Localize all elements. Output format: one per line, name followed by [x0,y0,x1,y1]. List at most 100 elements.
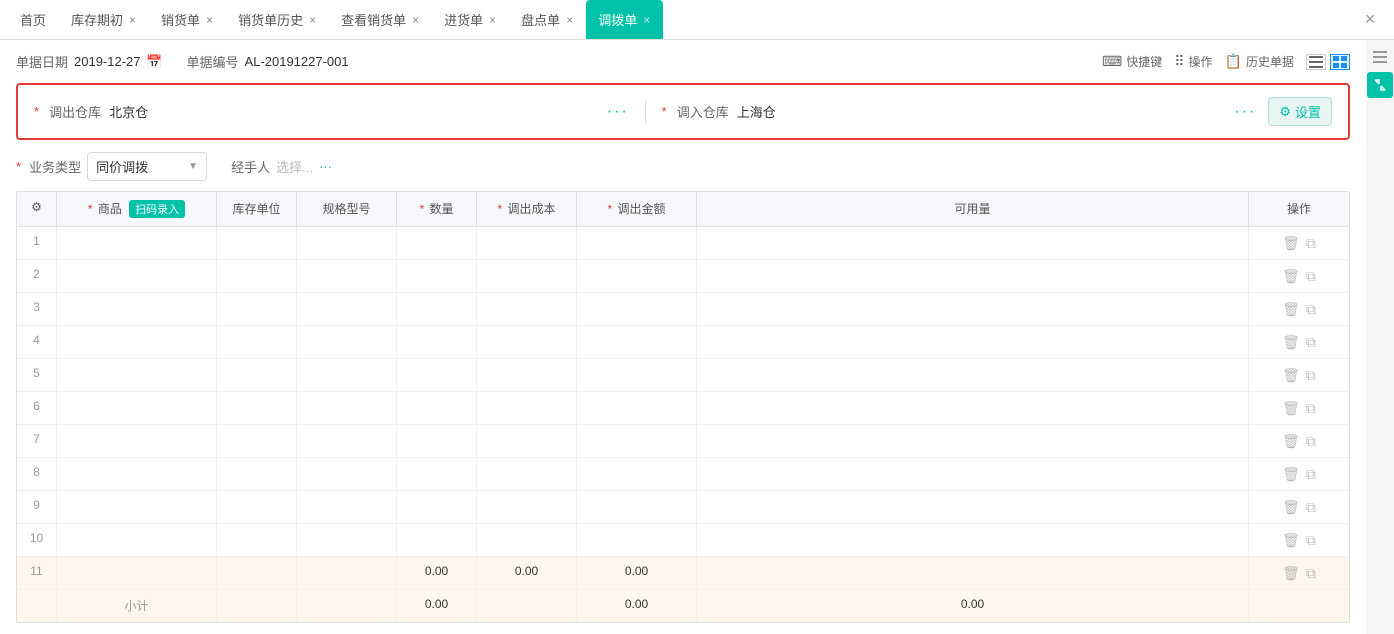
tab-transfer[interactable]: 调拨单 × [586,0,663,39]
copy-icon-2[interactable]: ⧉ [1306,268,1316,285]
tab-close-inventory-init[interactable]: × [129,13,136,27]
view-toggle-grid[interactable] [1330,54,1350,70]
delete-icon-8[interactable]: 🗑 [1282,466,1300,483]
shortcut-button[interactable]: ⌨ 快捷键 [1102,53,1162,70]
row-cost-1[interactable] [477,227,577,259]
person-label: 经手人 [231,157,270,176]
sidebar-expand-icon[interactable] [1367,72,1393,98]
copy-icon-5[interactable]: ⧉ [1306,367,1316,384]
row-qty-2[interactable] [397,260,477,292]
scan-input-button[interactable]: 扫码录入 [129,200,185,218]
copy-icon-4[interactable]: ⧉ [1306,334,1316,351]
copy-icon-6[interactable]: ⧉ [1306,400,1316,417]
copy-icon-10[interactable]: ⧉ [1306,532,1316,549]
tab-close-inventory-check[interactable]: × [566,13,573,27]
copy-icon-9[interactable]: ⧉ [1306,499,1316,516]
row-actions-1: 🗑 ⧉ [1249,227,1349,259]
business-type-value: 同价调拨 [96,157,184,176]
col-available: 可用量 [697,192,1249,226]
table-row: 5 🗑 ⧉ [17,359,1349,392]
in-warehouse-label: 调入仓库 [677,102,729,121]
delete-icon-10[interactable]: 🗑 [1282,532,1300,549]
setting-button[interactable]: ⚙ 设置 [1268,97,1332,126]
col-qty: * 数量 [397,192,477,226]
form-header: 单据日期 2019-12-27 📅 单据编号 AL-20191227-001 ⌨… [16,52,1350,71]
subtotal-qty: 0.00 [397,557,477,589]
history-button[interactable]: 📋 历史单据 [1225,53,1294,70]
warehouse-divider [645,100,646,124]
col-amount: * 调出金额 [577,192,697,226]
tab-bar: 首页 库存期初 × 销货单 × 销货单历史 × 查看销货单 × 进货单 × 盘点… [0,0,1394,40]
table-row: 9 🗑 ⧉ [17,491,1349,524]
row-actions-6: 🗑 ⧉ [1249,392,1349,424]
delete-icon-11[interactable]: 🗑 [1282,565,1300,582]
window-close-button[interactable]: × [1354,4,1386,36]
tab-close-view-sales[interactable]: × [412,13,419,27]
row-goods-3[interactable] [57,293,217,325]
in-required: * [662,104,667,119]
tab-sales[interactable]: 销货单 × [149,0,226,39]
copy-icon-3[interactable]: ⧉ [1306,301,1316,318]
tab-home[interactable]: 首页 [8,0,59,39]
row-goods-2[interactable] [57,260,217,292]
out-warehouse-label: 调出仓库 [49,102,101,121]
in-warehouse-value[interactable]: 上海仓 [737,102,1219,121]
out-required: * [34,104,39,119]
view-toggle-list[interactable] [1306,54,1326,70]
tab-close-sales[interactable]: × [206,13,213,27]
row-actions-2: 🗑 ⧉ [1249,260,1349,292]
in-warehouse-more[interactable]: ··· [1234,103,1256,121]
business-type-label: 业务类型 [29,157,81,176]
copy-icon-11[interactable]: ⧉ [1306,565,1316,582]
row-qty-1[interactable] [397,227,477,259]
delete-icon-9[interactable]: 🗑 [1282,499,1300,516]
row-spec-2 [297,260,397,292]
person-select[interactable]: 选择... [276,157,313,176]
table-row: 3 🗑 ⧉ [17,293,1349,326]
table-header: ⚙ * 商品 扫码录入 库存单位 规格型号 * 数量 * [17,192,1349,227]
row-available-1 [697,227,1249,259]
out-warehouse-more[interactable]: ··· [607,103,629,121]
delete-icon-2[interactable]: 🗑 [1282,268,1300,285]
row-goods-1[interactable] [57,227,217,259]
tab-sales-history[interactable]: 销货单历史 × [226,0,329,39]
row-cost-2[interactable] [477,260,577,292]
col-gear[interactable]: ⚙ [17,192,57,226]
tab-purchase[interactable]: 进货单 × [432,0,509,39]
tab-close-sales-history[interactable]: × [309,13,316,27]
row-actions-3: 🗑 ⧉ [1249,293,1349,325]
business-row: * 业务类型 同价调拨 ▼ 经手人 选择... ··· [16,152,1350,181]
col-goods: * 商品 扫码录入 [57,192,217,226]
operate-button[interactable]: ⠿ 操作 [1174,53,1212,70]
sidebar-list-icon[interactable] [1367,44,1393,70]
out-warehouse-field: * 调出仓库 北京仓 ··· [34,102,629,121]
calendar-icon[interactable]: 📅 [147,54,163,70]
row-amount-2 [577,260,697,292]
copy-icon-7[interactable]: ⧉ [1306,433,1316,450]
delete-icon-1[interactable]: 🗑 [1282,235,1300,252]
tab-inventory-init[interactable]: 库存期初 × [59,0,149,39]
tab-close-transfer[interactable]: × [643,13,650,27]
row-spec-1 [297,227,397,259]
tab-view-sales[interactable]: 查看销货单 × [329,0,432,39]
table-body: 1 🗑 ⧉ 2 [17,227,1349,622]
delete-icon-5[interactable]: 🗑 [1282,367,1300,384]
business-type-select[interactable]: 同价调拨 ▼ [87,152,207,181]
delete-icon-7[interactable]: 🗑 [1282,433,1300,450]
tab-inventory-check[interactable]: 盘点单 × [509,0,586,39]
operate-icon: ⠿ [1174,53,1184,70]
copy-icon-1[interactable]: ⧉ [1306,235,1316,252]
gear-icon[interactable]: ⚙ [31,200,42,214]
table-row: 4 🗑 ⧉ [17,326,1349,359]
copy-icon-8[interactable]: ⧉ [1306,466,1316,483]
tab-close-purchase[interactable]: × [489,13,496,27]
delete-icon-6[interactable]: 🗑 [1282,400,1300,417]
row-num-3: 3 [17,293,57,325]
person-more[interactable]: ··· [319,159,332,174]
table-row: 1 🗑 ⧉ [17,227,1349,260]
num-label: 单据编号 [187,52,239,71]
delete-icon-3[interactable]: 🗑 [1282,301,1300,318]
out-warehouse-value[interactable]: 北京仓 [109,102,591,121]
data-table: ⚙ * 商品 扫码录入 库存单位 规格型号 * 数量 * [16,191,1350,623]
delete-icon-4[interactable]: 🗑 [1282,334,1300,351]
